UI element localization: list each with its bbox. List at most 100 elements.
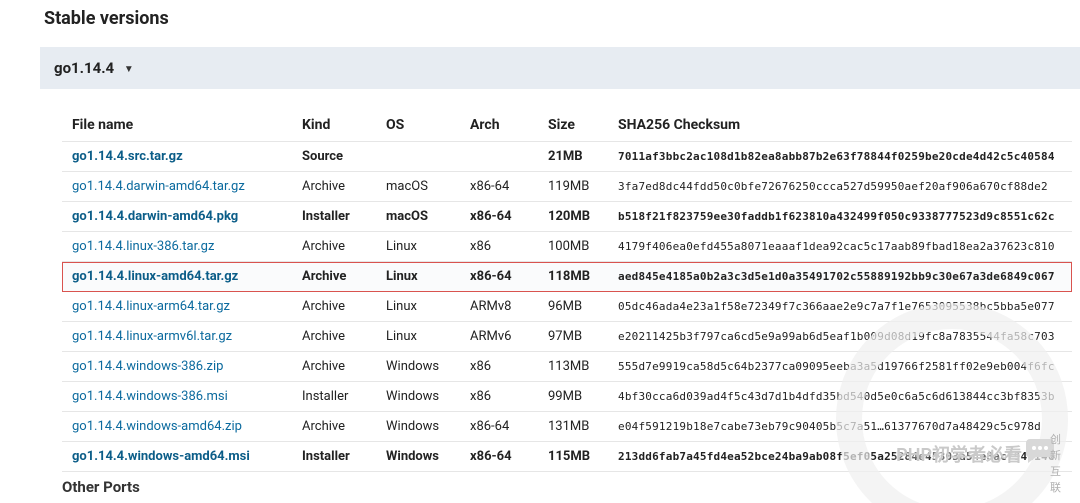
cell-kind: Installer [292,382,376,412]
cell-arch: x86-64 [460,202,538,232]
col-os: OS [376,109,460,142]
version-toggle[interactable]: go1.14.4 ▼ [40,47,1080,89]
cell-kind: Source [292,142,376,172]
cell-kind: Archive [292,412,376,442]
section-title: Stable versions [44,8,1080,29]
cell-file: go1.14.4.linux-arm64.tar.gz [62,292,292,322]
downloads-table: File name Kind OS Arch Size SHA256 Check… [62,109,1072,472]
download-link[interactable]: go1.14.4.linux-arm64.tar.gz [72,299,230,314]
cell-hash: 7011af3bbc2ac108d1b82ea8abb87b2e63f78844… [608,142,1072,172]
cell-os: Linux [376,322,460,352]
table-row: go1.14.4.windows-386.zip ArchiveWindowsx8… [62,352,1072,382]
cell-arch: ARMv6 [460,322,538,352]
cell-file: go1.14.4.linux-amd64.tar.gz [62,262,292,292]
cell-kind: Installer [292,442,376,472]
table-row: go1.14.4.darwin-amd64.pkg InstallermacOSx… [62,202,1072,232]
download-link[interactable]: go1.14.4.windows-amd64.zip [72,419,242,434]
chevron-down-icon: ▼ [124,64,134,75]
cell-kind: Archive [292,262,376,292]
cell-hash: 4179f406ea0efd455a8071eaaaf1dea92cac5c17… [608,232,1072,262]
cell-arch: x86-64 [460,442,538,472]
download-link[interactable]: go1.14.4.src.tar.gz [72,149,183,164]
cell-os [376,142,460,172]
cell-file: go1.14.4.linux-386.tar.gz [62,232,292,262]
cell-hash: e04f591219b18e7cabe73eb79c90405b5c7a51…6… [608,412,1072,442]
download-link[interactable]: go1.14.4.linux-386.tar.gz [72,239,214,254]
cell-os: Windows [376,352,460,382]
cell-hash: 555d7e9919ca58d5c64b2377ca09095eeba3a5d1… [608,352,1072,382]
cell-file: go1.14.4.windows-amd64.msi [62,442,292,472]
table-row: go1.14.4.linux-amd64.tar.gz ArchiveLinuxx… [62,262,1072,292]
cell-kind: Archive [292,172,376,202]
table-row: go1.14.4.linux-386.tar.gz ArchiveLinuxx86… [62,232,1072,262]
cell-size: 119MB [538,172,608,202]
cell-size: 131MB [538,412,608,442]
table-row: go1.14.4.linux-armv6l.tar.gz ArchiveLinux… [62,322,1072,352]
cell-size: 120MB [538,202,608,232]
table-header-row: File name Kind OS Arch Size SHA256 Check… [62,109,1072,142]
cell-hash: 3fa7ed8dc44fdd50c0bfe72676250ccca527d599… [608,172,1072,202]
cell-os: Linux [376,262,460,292]
cell-size: 100MB [538,232,608,262]
cell-os: Windows [376,412,460,442]
cell-arch: x86 [460,382,538,412]
cell-arch: x86-64 [460,172,538,202]
table-row: go1.14.4.linux-arm64.tar.gzArchiveLinuxA… [62,292,1072,322]
cell-size: 113MB [538,352,608,382]
cell-arch: ARMv8 [460,292,538,322]
cell-arch: x86 [460,352,538,382]
cell-file: go1.14.4.darwin-amd64.tar.gz [62,172,292,202]
col-size: Size [538,109,608,142]
cell-os: macOS [376,202,460,232]
other-ports-heading: Other Ports [62,478,1080,496]
cell-file: go1.14.4.windows-amd64.zip [62,412,292,442]
cell-file: go1.14.4.linux-armv6l.tar.gz [62,322,292,352]
col-kind: Kind [292,109,376,142]
cell-os: Windows [376,442,460,472]
cell-arch: x86-64 [460,262,538,292]
cell-size: 115MB [538,442,608,472]
cell-hash: 213dd6fab7a45fd4ea52bce24ba9ab08f5ef05a2… [608,442,1072,472]
cell-os: macOS [376,172,460,202]
cell-size: 118MB [538,262,608,292]
cell-size: 99MB [538,382,608,412]
cell-size: 21MB [538,142,608,172]
version-label: go1.14.4 [54,59,114,77]
table-row: go1.14.4.windows-amd64.msi InstallerWindo… [62,442,1072,472]
cell-file: go1.14.4.windows-386.zip [62,352,292,382]
cell-hash: 05dc46ada4e23a1f58e72349f7c366aae2e9c7a7… [608,292,1072,322]
table-row: go1.14.4.windows-386.msi InstallerWindows… [62,382,1072,412]
download-link[interactable]: go1.14.4.linux-armv6l.tar.gz [72,329,232,344]
download-link[interactable]: go1.14.4.windows-386.zip [72,359,223,374]
cell-file: go1.14.4.src.tar.gz [62,142,292,172]
cell-kind: Archive [292,292,376,322]
cell-kind: Installer [292,202,376,232]
cell-hash: e20211425b3f797ca6cd5e9a99ab6d5eaf1b009d… [608,322,1072,352]
cell-arch [460,142,538,172]
table-row: go1.14.4.src.tar.gz Source 21MB7011af3bbc2… [62,142,1072,172]
table-row: go1.14.4.windows-amd64.zip ArchiveWindows… [62,412,1072,442]
cell-arch: x86 [460,232,538,262]
cell-arch: x86-64 [460,412,538,442]
cell-kind: Archive [292,352,376,382]
col-hash: SHA256 Checksum [608,109,1072,142]
download-link[interactable]: go1.14.4.darwin-amd64.tar.gz [72,179,245,194]
download-link[interactable]: go1.14.4.linux-amd64.tar.gz [72,269,238,284]
cell-file: go1.14.4.windows-386.msi [62,382,292,412]
cell-hash: aed845e4185a0b2a3c3d5e1d0a35491702c55889… [608,262,1072,292]
cell-kind: Archive [292,322,376,352]
cell-kind: Archive [292,232,376,262]
download-link[interactable]: go1.14.4.darwin-amd64.pkg [72,209,238,224]
cell-os: Windows [376,382,460,412]
download-link[interactable]: go1.14.4.windows-386.msi [72,389,228,404]
cell-hash: b518f21f823759ee30faddb1f623810a432499f0… [608,202,1072,232]
download-link[interactable]: go1.14.4.windows-amd64.msi [72,449,250,464]
table-row: go1.14.4.darwin-amd64.tar.gz ArchivemacOS… [62,172,1072,202]
cell-os: Linux [376,232,460,262]
cell-hash: 4bf30cca6d039ad4f5c43d7d1b4dfd35bd540d5e… [608,382,1072,412]
col-arch: Arch [460,109,538,142]
cell-file: go1.14.4.darwin-amd64.pkg [62,202,292,232]
col-file-name: File name [62,109,292,142]
cell-size: 96MB [538,292,608,322]
cell-size: 97MB [538,322,608,352]
